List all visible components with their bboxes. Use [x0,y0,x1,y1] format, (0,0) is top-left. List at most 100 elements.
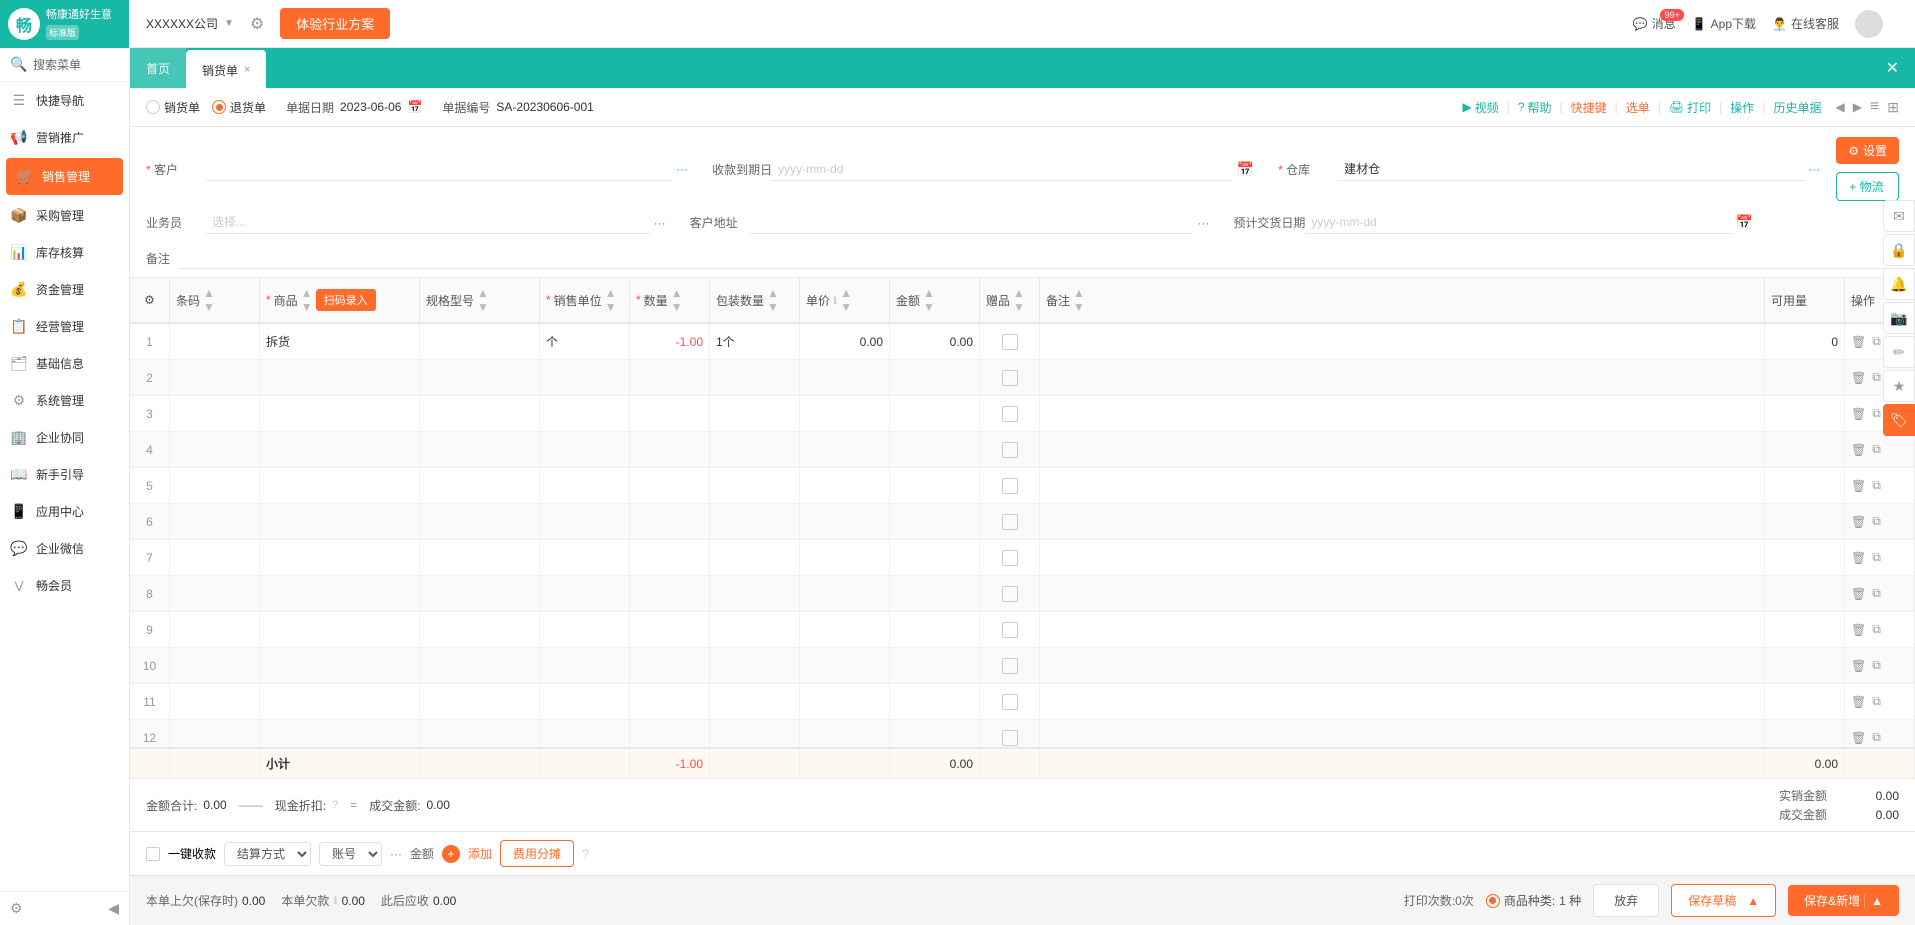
cell-amount[interactable] [890,648,980,683]
cell-amount[interactable] [890,684,980,719]
cell-unit[interactable] [540,540,630,575]
account-dots-icon[interactable]: ··· [390,847,402,861]
cell-gift[interactable] [980,612,1040,647]
sidebar-item-marketing[interactable]: 📢 营销推广 [0,119,129,156]
cell-product[interactable] [260,504,420,539]
abandon-button[interactable]: 放弃 [1593,884,1659,917]
cell-qty[interactable] [630,612,710,647]
gift-checkbox[interactable] [1002,370,1018,386]
cell-unit[interactable] [540,612,630,647]
cell-product[interactable] [260,684,420,719]
gift-checkbox[interactable] [1002,730,1018,746]
cell-pkgqty[interactable]: 1个 [710,324,800,359]
settings-button[interactable]: ⚙ 设置 [1836,137,1899,164]
expected-delivery-input[interactable] [1305,211,1731,234]
cell-barcode[interactable] [170,360,260,395]
cell-qty[interactable] [630,396,710,431]
online-service-button[interactable]: 👨‍💼 在线客服 [1772,15,1839,32]
cell-note[interactable] [1040,324,1765,359]
copy-icon[interactable]: ⧉ [1872,622,1881,637]
cell-price[interactable] [800,396,890,431]
cell-unit[interactable] [540,468,630,503]
tab-sales-order[interactable]: 销货单 × [186,50,266,90]
cell-barcode[interactable] [170,432,260,467]
sort-product-icon[interactable]: ▲▼ [301,286,313,314]
payment-due-calendar-icon[interactable]: 📅 [1237,161,1254,178]
cell-spec[interactable] [420,684,540,719]
warehouse-input[interactable] [1338,158,1804,181]
cell-barcode[interactable] [170,648,260,683]
cell-pkgqty[interactable] [710,684,800,719]
cell-amount[interactable] [890,504,980,539]
salesperson-dots-icon[interactable]: ··· [654,216,666,230]
cell-note[interactable] [1040,396,1765,431]
sidebar-item-finance[interactable]: 💰 资金管理 [0,271,129,308]
cell-pkgqty[interactable] [710,540,800,575]
copy-icon[interactable]: ⧉ [1872,442,1881,457]
tab-home[interactable]: 首页 [130,48,186,88]
sort-gift-icon[interactable]: ▲▼ [1013,286,1025,314]
sidebar-item-base[interactable]: 🗂 基础信息 [0,345,129,382]
cell-note[interactable] [1040,432,1765,467]
cell-spec[interactable] [420,540,540,575]
right-panel-mail-icon[interactable]: ✉ [1883,200,1915,232]
cell-spec[interactable] [420,720,540,747]
cell-note[interactable] [1040,360,1765,395]
cell-product[interactable] [260,648,420,683]
copy-icon[interactable]: ⧉ [1872,730,1881,745]
sidebar-item-system[interactable]: ⚙ 系统管理 [0,382,129,419]
cell-gift[interactable] [980,360,1040,395]
cell-barcode[interactable] [170,504,260,539]
salesperson-input[interactable] [206,211,650,234]
cell-price[interactable] [800,432,890,467]
copy-icon[interactable]: ⧉ [1872,586,1881,601]
cell-pkgqty[interactable] [710,396,800,431]
cell-barcode[interactable] [170,324,260,359]
copy-icon[interactable]: ⧉ [1872,550,1881,565]
cell-qty[interactable] [630,468,710,503]
cell-gift[interactable] [980,684,1040,719]
cell-barcode[interactable] [170,612,260,647]
cell-qty[interactable] [630,432,710,467]
delete-icon[interactable]: 🗑 [1851,407,1866,421]
sort-spec-icon[interactable]: ▲▼ [477,286,489,314]
right-panel-lock-icon[interactable]: 🔒 [1883,234,1915,266]
cell-product[interactable] [260,612,420,647]
delete-icon[interactable]: 🗑 [1851,515,1866,529]
cell-note[interactable] [1040,468,1765,503]
right-panel-tag-icon[interactable]: 🏷 [1883,404,1915,436]
cell-pkgqty[interactable] [710,612,800,647]
cell-unit[interactable] [540,504,630,539]
sidebar-item-manage[interactable]: 📋 经营管理 [0,308,129,345]
cell-qty[interactable] [630,576,710,611]
scan-button[interactable]: 扫码录入 [316,289,376,311]
payment-due-input[interactable] [772,158,1233,181]
one-click-payment-checkbox[interactable] [146,847,160,861]
cell-unit[interactable] [540,720,630,747]
notes-input[interactable] [180,248,1899,269]
cell-note[interactable] [1040,576,1765,611]
cell-unit[interactable] [540,360,630,395]
cell-product[interactable]: 拆货 [260,324,420,359]
cell-note[interactable] [1040,648,1765,683]
delete-icon[interactable]: 🗑 [1851,335,1866,349]
cell-gift[interactable] [980,324,1040,359]
cell-amount[interactable]: 0.00 [890,324,980,359]
app-download-button[interactable]: 📱 App下载 [1692,15,1756,32]
close-all-tabs-icon[interactable]: ✕ [1870,58,1915,78]
radio-return[interactable]: 退货单 [212,99,266,116]
grid-view-icon[interactable]: ⊞ [1887,99,1899,116]
delete-icon[interactable]: 🗑 [1851,731,1866,745]
cell-spec[interactable] [420,648,540,683]
sidebar-item-stock[interactable]: 📊 库存核算 [0,234,129,271]
copy-icon[interactable]: ⧉ [1872,406,1881,421]
cell-amount[interactable] [890,468,980,503]
cell-amount[interactable] [890,396,980,431]
video-link[interactable]: ▶ 视频 [1462,99,1498,116]
account-select[interactable]: 账号 [319,842,382,866]
payment-method-select[interactable]: 结算方式 [224,842,311,866]
cell-note[interactable] [1040,720,1765,747]
right-panel-camera-icon[interactable]: 📷 [1883,302,1915,334]
col-header-settings[interactable]: ⚙ [130,278,170,322]
save-new-button[interactable]: 保存&新增 ▲ [1788,885,1899,916]
